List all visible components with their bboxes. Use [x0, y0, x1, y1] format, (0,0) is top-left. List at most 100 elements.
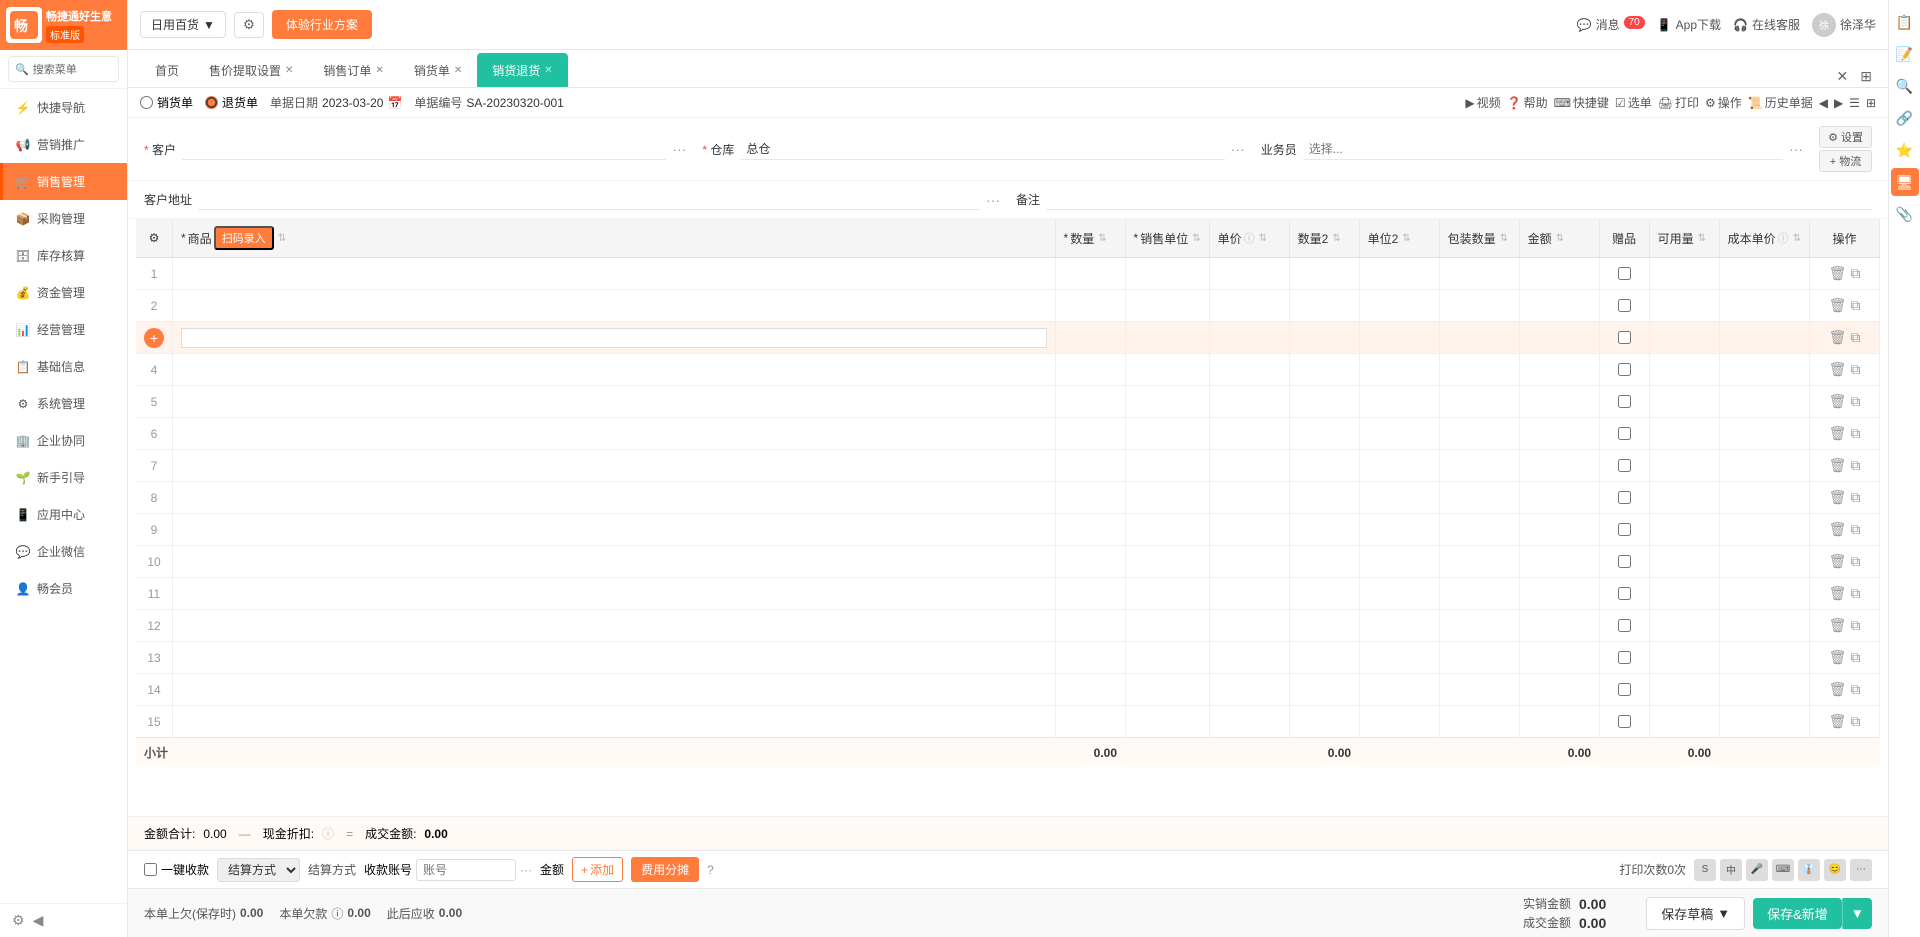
sidebar-item-marketing[interactable]: 📢 营销推广: [0, 126, 127, 163]
tab-return[interactable]: 销货退货 ✕: [477, 53, 567, 87]
account-dots[interactable]: ···: [520, 863, 532, 877]
gift-checkbox-row-4[interactable]: [1618, 363, 1631, 376]
sidebar-item-shortcut[interactable]: ⚡ 快捷导航: [0, 89, 127, 126]
col-sort-amount[interactable]: ⇅: [1556, 233, 1564, 244]
price-info-icon[interactable]: ⓘ: [1244, 230, 1255, 246]
prev-button[interactable]: ◀: [1819, 96, 1828, 110]
save-draft-button[interactable]: 保存草稿 ▼: [1646, 897, 1745, 930]
delete-row-button-3[interactable]: 🗑: [1829, 329, 1847, 346]
tab-sales-order-close[interactable]: ✕: [375, 65, 383, 76]
radio-return[interactable]: 退货单: [205, 94, 258, 111]
sidebar-item-wechat[interactable]: 💬 企业微信: [0, 533, 127, 570]
calc-link[interactable]: 结算方式: [308, 861, 356, 878]
copy-row-button-5[interactable]: ⧉: [1850, 393, 1860, 410]
sidebar-item-basic[interactable]: 📋 基础信息: [0, 348, 127, 385]
delete-row-button-7[interactable]: 🗑: [1829, 457, 1847, 474]
right-panel-link-icon[interactable]: 🔗: [1891, 104, 1919, 132]
tab-maximize-button[interactable]: ⊞: [1856, 66, 1876, 87]
col-sort-price[interactable]: ⇅: [1259, 233, 1267, 244]
feiyong-button[interactable]: 费用分摊: [631, 857, 699, 882]
ime-icon-s[interactable]: S: [1694, 859, 1716, 881]
right-panel-star-icon[interactable]: ⭐: [1891, 136, 1919, 164]
right-panel-search-icon[interactable]: 🔍: [1891, 72, 1919, 100]
product-input-row-3[interactable]: [181, 328, 1047, 348]
gift-checkbox-row-8[interactable]: [1618, 491, 1631, 504]
gift-checkbox-row-15[interactable]: [1618, 715, 1631, 728]
copy-row-button-13[interactable]: ⧉: [1850, 649, 1860, 666]
copy-row-button-4[interactable]: ⧉: [1850, 361, 1860, 378]
copy-row-button-7[interactable]: ⧉: [1850, 457, 1860, 474]
copy-row-button-14[interactable]: ⧉: [1850, 681, 1860, 698]
save-new-dropdown-button[interactable]: ▼: [1842, 898, 1872, 929]
copy-row-button-3[interactable]: ⧉: [1850, 329, 1860, 346]
address-input[interactable]: [198, 189, 980, 210]
warehouse-dots[interactable]: ···: [1231, 141, 1245, 157]
app-download-item[interactable]: 📱 App下载: [1657, 16, 1721, 33]
save-new-button[interactable]: 保存&新增: [1753, 898, 1842, 929]
scan-button[interactable]: 扫码录入: [214, 226, 274, 250]
logistics-button[interactable]: + 物流: [1819, 150, 1872, 172]
address-dots[interactable]: ···: [986, 192, 1000, 208]
operation-button[interactable]: ⚙ 操作: [1705, 94, 1742, 111]
gift-checkbox-row-9[interactable]: [1618, 523, 1631, 536]
delete-row-button-4[interactable]: 🗑: [1829, 361, 1847, 378]
delete-row-button-9[interactable]: 🗑: [1829, 521, 1847, 538]
copy-row-button-2[interactable]: ⧉: [1850, 297, 1860, 314]
search-button[interactable]: 🔍 搜索菜单: [8, 56, 119, 82]
sidebar-item-newbie[interactable]: 🌱 新手引导: [0, 459, 127, 496]
copy-row-button-11[interactable]: ⧉: [1850, 585, 1860, 602]
delete-row-button-14[interactable]: 🗑: [1829, 681, 1847, 698]
sidebar-item-system[interactable]: ⚙ 系统管理: [0, 385, 127, 422]
col-sort-available[interactable]: ⇅: [1698, 233, 1706, 244]
history-button[interactable]: 📜 历史单据: [1748, 94, 1813, 111]
customer-dots[interactable]: ···: [672, 141, 686, 157]
col-sort-unit[interactable]: ⇅: [1192, 233, 1200, 244]
delete-row-button-5[interactable]: 🗑: [1829, 393, 1847, 410]
gift-checkbox-row-5[interactable]: [1618, 395, 1631, 408]
user-item[interactable]: 徐 徐泽华: [1812, 13, 1876, 37]
ime-icon-key[interactable]: ⌨: [1772, 859, 1794, 881]
sidebar-item-finance[interactable]: 💰 资金管理: [0, 274, 127, 311]
draft-dropdown-icon[interactable]: ▼: [1717, 906, 1730, 921]
video-button[interactable]: ▶ 视频: [1465, 94, 1500, 111]
remark-input[interactable]: [1046, 189, 1872, 210]
sidebar-item-sales[interactable]: 🛒 销售管理: [0, 163, 127, 200]
trial-button[interactable]: 体验行业方案: [272, 10, 372, 39]
right-panel-screen-icon[interactable]: 🖥: [1891, 168, 1919, 196]
warehouse-input[interactable]: [740, 139, 1224, 160]
col-sort-qty[interactable]: ⇅: [1098, 233, 1106, 244]
customer-input[interactable]: [182, 139, 666, 160]
tab-sales-order[interactable]: 销售订单 ✕: [308, 53, 398, 87]
collapse-button[interactable]: ◀: [33, 912, 44, 929]
gift-checkbox-row-3[interactable]: [1618, 331, 1631, 344]
sidebar-item-apps[interactable]: 📱 应用中心: [0, 496, 127, 533]
sidebar-item-purchase[interactable]: 📦 采购管理: [0, 200, 127, 237]
gift-checkbox-row-1[interactable]: [1618, 267, 1631, 280]
delete-row-button-10[interactable]: 🗑: [1829, 553, 1847, 570]
radio-shipment-input[interactable]: [140, 96, 153, 109]
gift-checkbox-row-14[interactable]: [1618, 683, 1631, 696]
sidebar-item-member[interactable]: 👤 畅会员: [0, 570, 127, 607]
cost-info-icon[interactable]: ⓘ: [1778, 230, 1789, 246]
tab-close-button[interactable]: ✕: [1833, 66, 1853, 87]
tab-price-settings[interactable]: 售价提取设置 ✕: [194, 53, 308, 87]
copy-row-button-8[interactable]: ⧉: [1850, 489, 1860, 506]
copy-row-button-9[interactable]: ⧉: [1850, 521, 1860, 538]
settlement-method-select[interactable]: 结算方式: [217, 858, 300, 882]
staff-dots[interactable]: ···: [1789, 141, 1803, 157]
tab-shipment-close[interactable]: ✕: [454, 65, 462, 76]
col-sort-product[interactable]: ⇅: [278, 233, 286, 244]
settings-bottom-button[interactable]: ⚙: [12, 912, 25, 929]
col-header-gear[interactable]: ⚙: [136, 219, 173, 258]
gift-checkbox-row-12[interactable]: [1618, 619, 1631, 632]
right-panel-clipboard-icon[interactable]: 📋: [1891, 8, 1919, 36]
next-button[interactable]: ▶: [1834, 96, 1843, 110]
delete-row-button-13[interactable]: 🗑: [1829, 649, 1847, 666]
ime-icon-zh[interactable]: 中: [1720, 859, 1742, 881]
help-button[interactable]: ❓ 帮助: [1507, 94, 1548, 111]
grid-view-button[interactable]: ⊞: [1866, 96, 1876, 110]
col-sort-pack-qty[interactable]: ⇅: [1500, 233, 1508, 244]
topbar-gear-button[interactable]: ⚙: [234, 12, 264, 38]
delete-row-button-12[interactable]: 🗑: [1829, 617, 1847, 634]
staff-input[interactable]: [1303, 139, 1783, 160]
